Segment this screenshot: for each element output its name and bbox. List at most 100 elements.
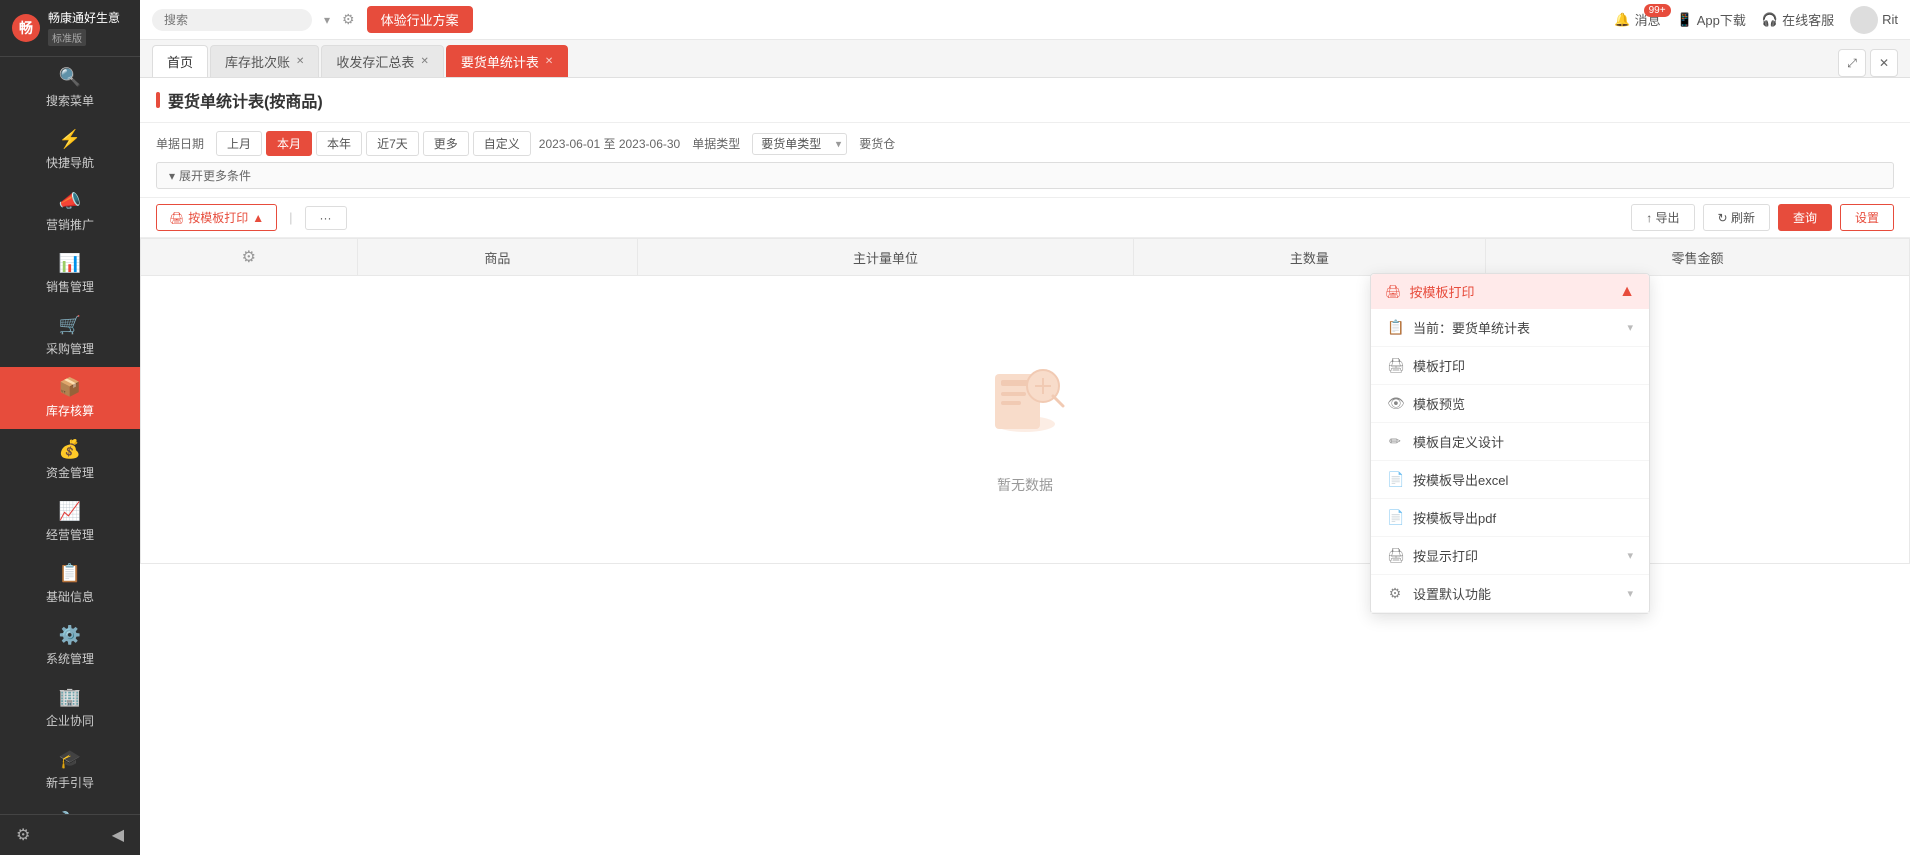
toolbar-divider: | [289, 210, 292, 225]
search-icon: 🔍 [59, 67, 81, 88]
print-dropdown-menu: 🖨 按模板打印 ▲ 📋 当前：要货单统计表 ▾ 🖨 模板打印 👁 模板预览 [1370, 273, 1650, 614]
bell-icon: 🔔 [1614, 12, 1630, 28]
filter-row-1: 单据日期 上月 本月 本年 近7天 更多 自定义 2023-06-01 至 20… [156, 131, 1894, 156]
refresh-button[interactable]: ↻ 刷新 [1703, 204, 1770, 231]
date-this-month-btn[interactable]: 本月 [266, 131, 312, 156]
table-header-row: ⚙ 商品 主计量单位 主数量 零售金额 [141, 239, 1910, 276]
sidebar-item-guide[interactable]: 🎓 新手引导 [0, 739, 140, 801]
notifications-item[interactable]: 🔔 消息 99+ [1614, 10, 1660, 29]
tab-batch-account-label: 库存批次账 [225, 52, 290, 71]
sidebar-item-system[interactable]: ⚙️ 系统管理 [0, 615, 140, 677]
sidebar-item-inventory[interactable]: 📦 库存核算 [0, 367, 140, 429]
app-name: 畅康通好生意 [48, 10, 120, 27]
template-excel-icon: 📄 [1387, 471, 1403, 488]
setting-button[interactable]: 设置 [1840, 204, 1894, 231]
dropdown-template-preview[interactable]: 👁 模板预览 [1371, 385, 1649, 423]
maximize-tab-icon[interactable]: ⤢ [1838, 49, 1866, 77]
type-filter-label: 单据类型 [692, 135, 740, 152]
app-download-label: App下载 [1697, 10, 1746, 29]
type-select[interactable]: 要货单类型 [752, 133, 847, 155]
sidebar-item-marketing[interactable]: 📣 营销推广 [0, 181, 140, 243]
column-settings-icon[interactable]: ⚙ [242, 249, 256, 266]
current-template-icon: 📋 [1387, 319, 1403, 336]
dropdown-template-design[interactable]: ✏ 模板自定义设计 [1371, 423, 1649, 461]
search-dropdown-icon[interactable]: ▾ [324, 13, 330, 27]
app-version: 标准版 [48, 29, 86, 46]
export-icon: ↑ [1646, 211, 1652, 225]
sidebar-item-finance[interactable]: 💰 资金管理 [0, 429, 140, 491]
sidebar-item-label: 采购管理 [46, 340, 94, 357]
purchase-icon: 🛒 [59, 315, 81, 336]
quick-nav-icon: ⚡ [59, 129, 81, 150]
sidebar-item-quick-nav[interactable]: ⚡ 快捷导航 [0, 119, 140, 181]
sidebar-item-sales[interactable]: 📊 销售管理 [0, 243, 140, 305]
col-settings[interactable]: ⚙ [141, 239, 358, 276]
sidebar-item-label: 企业协同 [46, 712, 94, 729]
sidebar-item-label: 营销推广 [46, 216, 94, 233]
dropdown-template-print[interactable]: 🖨 模板打印 [1371, 347, 1649, 385]
dropdown-close-btn[interactable]: ▲ [1619, 283, 1635, 301]
tab-home[interactable]: 首页 [152, 45, 208, 77]
export-button[interactable]: ↑ 导出 [1631, 204, 1694, 231]
template-print-icon: 🖨 [1387, 357, 1403, 374]
query-button[interactable]: 查询 [1778, 204, 1832, 231]
expand-more-btn[interactable]: ▾ 展开更多条件 [156, 162, 1894, 189]
settings-footer-icon[interactable]: ⚙ [16, 825, 30, 845]
date-custom-btn[interactable]: 自定义 [473, 131, 531, 156]
type-select-wrapper: 要货单类型 [752, 133, 847, 155]
date-more-btn[interactable]: 更多 [423, 131, 469, 156]
search-input[interactable] [152, 9, 312, 31]
sidebar-item-purchase[interactable]: 🛒 采购管理 [0, 305, 140, 367]
set-default-icon: ⚙ [1387, 585, 1403, 602]
content-area: 要货单统计表(按商品) 单据日期 上月 本月 本年 近7天 更多 自定义 202… [140, 78, 1910, 855]
display-print-arrow: ▾ [1627, 549, 1633, 562]
dropdown-display-print[interactable]: 🖨 按显示打印 ▾ [1371, 537, 1649, 575]
tab-order-stats[interactable]: 要货单统计表 ✕ [446, 45, 568, 77]
dropdown-current-template[interactable]: 📋 当前：要货单统计表 ▾ [1371, 309, 1649, 347]
dropdown-set-default[interactable]: ⚙ 设置默认功能 ▾ [1371, 575, 1649, 613]
toolbar-right: ↑ 导出 ↻ 刷新 查询 设置 [1631, 204, 1894, 231]
print-btn-wrapper: 🖨 按模板打印 ▲ [156, 204, 277, 231]
topbar: ▾ ⚙ 体验行业方案 🔔 消息 99+ 📱 App下载 🎧 在线客服 Rit [140, 0, 1910, 40]
more-options-btn[interactable]: ··· [305, 206, 347, 230]
col-amount: 零售金额 [1486, 239, 1910, 276]
tab-receipt-summary-label: 收发存汇总表 [336, 52, 414, 71]
close-tab-icon[interactable]: ✕ [1870, 49, 1898, 77]
sidebar-item-label: 库存核算 [46, 402, 94, 419]
refresh-icon: ↻ [1718, 211, 1728, 225]
collapse-sidebar-icon[interactable]: ◀ [112, 825, 124, 845]
dropdown-template-pdf[interactable]: 📄 按模板导出pdf [1371, 499, 1649, 537]
tab-receipt-summary[interactable]: 收发存汇总表 ✕ [321, 45, 443, 77]
date-7days-btn[interactable]: 近7天 [366, 131, 419, 156]
tabs-bar: 首页 库存批次账 ✕ 收发存汇总表 ✕ 要货单统计表 ✕ ⤢ ✕ [140, 40, 1910, 78]
tab-order-stats-label: 要货单统计表 [461, 52, 539, 71]
app-download-item[interactable]: 📱 App下载 [1677, 10, 1746, 29]
sidebar-item-basic[interactable]: 📋 基础信息 [0, 553, 140, 615]
sidebar-item-enterprise[interactable]: 🏢 企业协同 [0, 677, 140, 739]
app-logo-icon: 畅 [12, 14, 40, 42]
date-this-year-btn[interactable]: 本年 [316, 131, 362, 156]
display-print-icon: 🖨 [1387, 547, 1403, 564]
tab-batch-account[interactable]: 库存批次账 ✕ [210, 45, 319, 77]
basic-icon: 📋 [59, 563, 81, 584]
tab-receipt-summary-close[interactable]: ✕ [420, 56, 428, 67]
toolbar: 🖨 按模板打印 ▲ | ··· ↑ 导出 ↻ 刷新 查询 设置 [140, 198, 1910, 238]
sidebar-item-appstore[interactable]: 🔧 应用中心 [0, 801, 140, 814]
sidebar-item-search[interactable]: 🔍 搜索菜单 [0, 57, 140, 119]
user-avatar-item[interactable]: Rit [1850, 6, 1898, 34]
tab-batch-account-close[interactable]: ✕ [296, 56, 304, 67]
tab-home-label: 首页 [167, 52, 193, 71]
online-service-item[interactable]: 🎧 在线客服 [1762, 10, 1834, 29]
print-template-button[interactable]: 🖨 按模板打印 ▲ [156, 204, 277, 231]
template-pdf-icon: 📄 [1387, 509, 1403, 526]
industry-solution-button[interactable]: 体验行业方案 [367, 6, 473, 33]
headset-icon: 🎧 [1762, 12, 1778, 28]
dropdown-template-excel[interactable]: 📄 按模板导出excel [1371, 461, 1649, 499]
sidebar-item-operations[interactable]: 📈 经营管理 [0, 491, 140, 553]
date-last-month-btn[interactable]: 上月 [216, 131, 262, 156]
tab-order-stats-close[interactable]: ✕ [545, 56, 553, 67]
guide-icon: 🎓 [59, 749, 81, 770]
date-filter-group: 上月 本月 本年 近7天 更多 自定义 2023-06-01 至 2023-06… [216, 131, 680, 156]
topbar-gear-icon[interactable]: ⚙ [342, 11, 355, 28]
dropdown-printer-icon: 🖨 [1385, 284, 1402, 300]
